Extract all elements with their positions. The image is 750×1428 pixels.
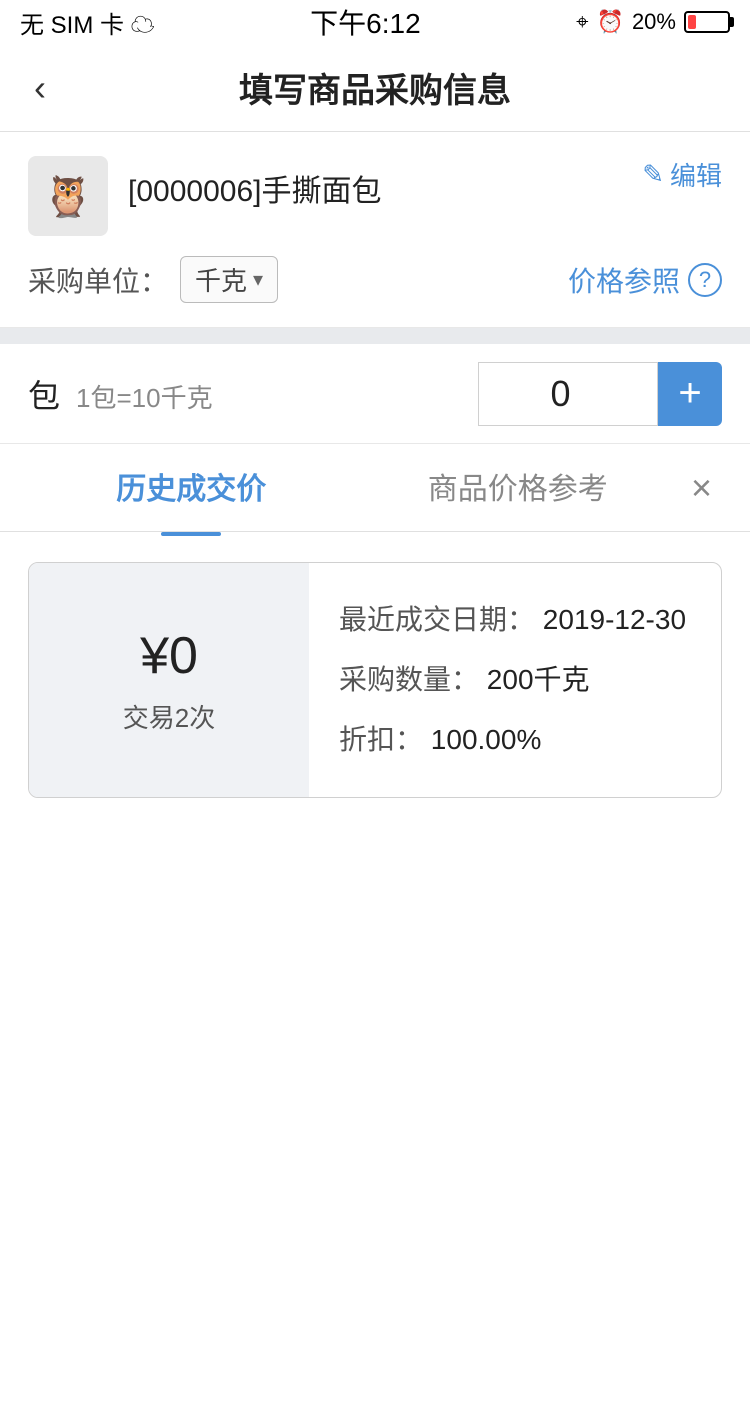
unit-selector[interactable]: 千克 ▾ — [180, 256, 278, 303]
edit-icon: ✎ — [642, 159, 664, 190]
unit-value: 千克 — [195, 261, 247, 298]
battery-icon — [684, 11, 730, 33]
product-name: [0000006]手撕面包 — [128, 156, 381, 210]
package-unit-label: 包 — [28, 371, 60, 417]
location-icon: ⌖ — [576, 9, 588, 35]
help-icon: ? — [688, 263, 722, 297]
purchase-qty-label: 采购数量： — [339, 664, 479, 695]
product-card: 🦉 [0000006]手撕面包 ✎ 编辑 采购单位： 千克 ▾ 价格参照 ? — [0, 132, 750, 328]
unit-section: 采购单位： 千克 ▾ — [28, 256, 278, 303]
price-amount: ¥0 — [140, 626, 198, 686]
quantity-control: + — [478, 362, 722, 426]
recent-date-row: 最近成交日期： 2019-12-30 — [339, 599, 691, 641]
quantity-left: 包 1包=10千克 — [28, 371, 213, 417]
price-detail-panel: 最近成交日期： 2019-12-30 采购数量： 200千克 折扣： 100.0… — [309, 563, 721, 797]
battery-pct: 20% — [632, 9, 676, 35]
unit-prefix-label: 采购单位： — [28, 260, 168, 300]
price-card: ¥0 交易2次 最近成交日期： 2019-12-30 采购数量： 200千克 折… — [28, 562, 722, 798]
trade-count: 交易2次 — [123, 698, 215, 735]
tab-history-price[interactable]: 历史成交价 — [28, 464, 354, 512]
purchase-qty-value: 200千克 — [487, 664, 590, 695]
price-content: ¥0 交易2次 最近成交日期： 2019-12-30 采购数量： 200千克 折… — [0, 532, 750, 828]
edit-button[interactable]: ✎ 编辑 — [642, 156, 722, 193]
product-thumbnail: 🦉 — [28, 156, 108, 236]
product-info: 🦉 [0000006]手撕面包 — [28, 156, 381, 236]
network-label: 无 SIM 卡 ☁ — [20, 5, 155, 40]
unit-conversion-label: 1包=10千克 — [76, 378, 213, 415]
recent-date-label: 最近成交日期： — [339, 604, 535, 635]
recent-date-value: 2019-12-30 — [543, 604, 686, 635]
price-reference-button[interactable]: 价格参照 ? — [568, 260, 722, 300]
status-left: 无 SIM 卡 ☁ — [20, 5, 155, 40]
tab-price-reference[interactable]: 商品价格参考 — [354, 464, 680, 512]
discount-value: 100.00% — [431, 724, 542, 755]
product-header: 🦉 [0000006]手撕面包 ✎ 编辑 — [28, 156, 722, 236]
bottom-space — [0, 828, 750, 1428]
quantity-plus-button[interactable]: + — [658, 362, 722, 426]
discount-label: 折扣： — [339, 724, 423, 755]
status-time: 下午6:12 — [310, 2, 421, 42]
back-button[interactable]: ‹ — [24, 57, 56, 119]
tab-header: 历史成交价 商品价格参考 × — [0, 444, 750, 532]
nav-bar: ‹ 填写商品采购信息 — [0, 44, 750, 132]
status-bar: 无 SIM 卡 ☁ 下午6:12 ⌖ ⏰ 20% — [0, 0, 750, 44]
edit-label: 编辑 — [670, 156, 722, 193]
gray-divider — [0, 328, 750, 344]
alarm-icon: ⏰ — [597, 9, 624, 35]
tab-section: 历史成交价 商品价格参考 × ¥0 交易2次 最近成交日期： 2019-12-3… — [0, 444, 750, 828]
quantity-row: 包 1包=10千克 + — [0, 344, 750, 444]
owl-icon: 🦉 — [43, 173, 93, 220]
page-title: 填写商品采购信息 — [239, 63, 511, 112]
status-right: ⌖ ⏰ 20% — [576, 9, 730, 35]
discount-row: 折扣： 100.00% — [339, 719, 691, 761]
product-footer: 采购单位： 千克 ▾ 价格参照 ? — [28, 256, 722, 303]
tab-close-button[interactable]: × — [681, 457, 722, 519]
quantity-input[interactable] — [478, 362, 658, 426]
price-ref-label: 价格参照 — [568, 260, 680, 300]
price-summary-panel: ¥0 交易2次 — [29, 563, 309, 797]
purchase-qty-row: 采购数量： 200千克 — [339, 659, 691, 701]
dropdown-arrow-icon: ▾ — [253, 267, 263, 292]
